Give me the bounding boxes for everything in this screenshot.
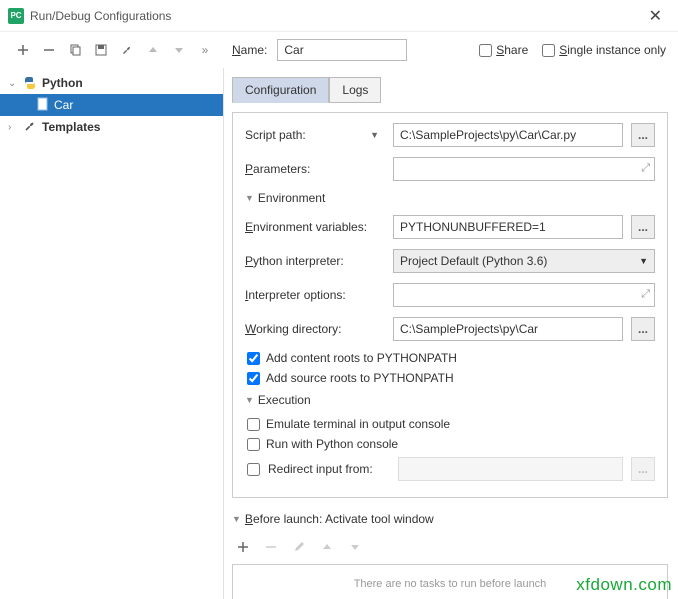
wrench-icon — [22, 118, 38, 137]
caret-down-icon: ⌄ — [8, 78, 18, 89]
redirect-label: Redirect input from: — [268, 462, 390, 476]
tab-logs[interactable]: Logs — [329, 77, 381, 103]
parameters-label: Parameters: — [245, 162, 385, 176]
add-task-button[interactable] — [232, 536, 254, 558]
expand-icon[interactable]: ⤢ — [641, 288, 650, 301]
source-roots-checkbox[interactable]: Add source roots to PYTHONPATH — [245, 371, 655, 385]
task-up-button — [316, 536, 338, 558]
redirect-path-input — [398, 457, 623, 481]
task-down-button — [344, 536, 366, 558]
content-roots-checkbox[interactable]: Add content roots to PYTHONPATH — [245, 351, 655, 365]
name-input[interactable] — [277, 39, 407, 61]
main-split: ⌄ Python Car › Templates Configuration L… — [0, 68, 678, 599]
redirect-input-checkbox[interactable] — [247, 463, 260, 476]
share-checkbox[interactable]: Share — [479, 43, 528, 57]
tree-label: Templates — [42, 120, 100, 134]
workdir-input[interactable] — [393, 317, 623, 341]
page-icon — [36, 97, 50, 114]
env-vars-input[interactable] — [393, 215, 623, 239]
browse-workdir-button[interactable]: ... — [631, 317, 655, 341]
env-section-header[interactable]: ▼Environment — [245, 191, 655, 205]
run-console-checkbox[interactable]: Run with Python console — [245, 437, 655, 451]
exec-section-header[interactable]: ▼Execution — [245, 393, 655, 407]
tree-node-templates[interactable]: › Templates — [0, 116, 223, 138]
tab-configuration[interactable]: Configuration — [232, 77, 329, 103]
tree-label: Python — [42, 76, 83, 90]
browse-env-button[interactable]: ... — [631, 215, 655, 239]
tree-label: Car — [54, 98, 73, 112]
add-config-button[interactable] — [12, 39, 34, 61]
config-tree: ⌄ Python Car › Templates — [0, 68, 224, 599]
script-path-label[interactable]: Script path:▼ — [245, 128, 385, 142]
browse-redirect-button: ... — [631, 457, 655, 481]
before-launch-header[interactable]: ▼Before launch: Activate tool window — [232, 512, 668, 526]
move-up-button[interactable] — [142, 39, 164, 61]
more-button[interactable]: » — [194, 39, 216, 61]
wrench-button[interactable] — [116, 39, 138, 61]
browse-script-button[interactable]: ... — [631, 123, 655, 147]
single-instance-checkbox[interactable]: Single instance only — [542, 43, 666, 57]
config-panel: Script path:▼ ... Parameters: ⤢ ▼Environ… — [232, 112, 668, 498]
script-path-input[interactable] — [393, 123, 623, 147]
expand-icon[interactable]: ⤢ — [641, 162, 650, 175]
save-config-button[interactable] — [90, 39, 112, 61]
tree-node-python[interactable]: ⌄ Python — [0, 72, 223, 94]
edit-task-button — [288, 536, 310, 558]
chevron-down-icon: ▼ — [370, 130, 379, 140]
workdir-label: Working directory: — [245, 322, 385, 336]
close-button[interactable]: ✕ — [641, 2, 670, 30]
copy-config-button[interactable] — [64, 39, 86, 61]
caret-right-icon: › — [8, 122, 18, 133]
interpreter-opts-input[interactable]: ⤢ — [393, 283, 655, 307]
parameters-input[interactable]: ⤢ — [393, 157, 655, 181]
remove-config-button[interactable] — [38, 39, 60, 61]
emulate-terminal-checkbox[interactable]: Emulate terminal in output console — [245, 417, 655, 431]
env-vars-label: Environment variables: — [245, 220, 385, 234]
toolbar: » Name: Share Single instance only — [0, 32, 678, 68]
tree-node-car[interactable]: Car — [0, 94, 223, 116]
app-icon: PC — [8, 8, 24, 24]
move-down-button[interactable] — [168, 39, 190, 61]
watermark: xfdown.com — [576, 575, 672, 595]
triangle-down-icon: ▼ — [245, 193, 254, 203]
interpreter-label: Python interpreter: — [245, 254, 385, 268]
tabs: Configuration Logs — [232, 76, 668, 102]
titlebar: PC Run/Debug Configurations ✕ — [0, 0, 678, 32]
triangle-down-icon: ▼ — [245, 395, 254, 405]
chevron-down-icon: ▼ — [639, 256, 648, 266]
window-title: Run/Debug Configurations — [30, 9, 641, 23]
content-panel: Configuration Logs Script path:▼ ... Par… — [224, 68, 678, 599]
interpreter-opts-label: Interpreter options: — [245, 288, 385, 302]
interpreter-select[interactable]: Project Default (Python 3.6)▼ — [393, 249, 655, 273]
triangle-down-icon: ▼ — [232, 514, 241, 524]
name-label: Name: — [232, 43, 267, 57]
remove-task-button — [260, 536, 282, 558]
python-icon — [22, 75, 38, 91]
